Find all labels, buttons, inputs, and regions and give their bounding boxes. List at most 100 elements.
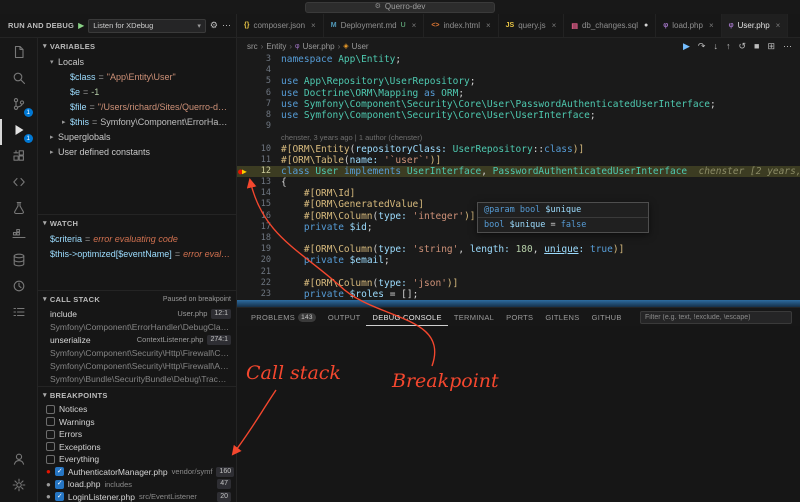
- gutter-margin[interactable]: [237, 76, 251, 87]
- activity-database[interactable]: [0, 249, 38, 275]
- variables-section-header[interactable]: ▾ VARIABLES: [38, 38, 236, 54]
- gutter-margin[interactable]: [237, 155, 251, 166]
- command-center[interactable]: ⚙ Querro-dev: [305, 1, 495, 13]
- line-number[interactable]: 20: [251, 255, 271, 266]
- tab-composer.json[interactable]: {} composer.json ×: [237, 14, 324, 37]
- code-line[interactable]: 14 #[ORM\Id]: [237, 188, 800, 199]
- settings-gear-icon[interactable]: ⚙: [210, 20, 218, 31]
- line-number[interactable]: 3: [251, 54, 271, 65]
- gutter-margin[interactable]: [237, 244, 251, 255]
- gutter-margin[interactable]: ● ▶: [237, 166, 251, 177]
- breadcrumb-item[interactable]: Entity: [266, 42, 286, 51]
- code-line[interactable]: 7 use Symfony\Component\Security\Core\Use…: [237, 99, 800, 110]
- breakpoint-toggle-Notices[interactable]: Notices: [38, 403, 236, 416]
- activity-extensions[interactable]: [0, 145, 38, 171]
- breakpoint-toggle-Errors[interactable]: Errors: [38, 428, 236, 441]
- call-stack-frame[interactable]: unserialize ContextListener.php 274:1: [38, 333, 236, 346]
- activity-accounts[interactable]: [0, 448, 38, 474]
- more-actions-icon[interactable]: ⋯: [222, 20, 231, 31]
- code-line[interactable]: ● ▶ 12 class User implements UserInterface,…: [237, 165, 800, 178]
- panel-tab-PORTS[interactable]: PORTS: [500, 308, 539, 326]
- close-icon[interactable]: ×: [709, 21, 714, 30]
- call-stack-frame[interactable]: Symfony\Component\ErrorHandler\DebugClas…: [38, 320, 236, 333]
- line-number[interactable]: 23: [251, 289, 271, 300]
- line-number[interactable]: 8: [251, 110, 271, 121]
- activity-gitlens[interactable]: [0, 275, 38, 301]
- panel-tab-OUTPUT[interactable]: OUTPUT: [322, 308, 367, 326]
- step-out-icon[interactable]: ↑: [726, 41, 731, 52]
- call-stack-frame[interactable]: include User.php 12:1: [38, 307, 236, 320]
- close-icon[interactable]: ×: [776, 21, 781, 30]
- tab-query.js[interactable]: JS query.js ×: [499, 14, 565, 37]
- activity-explorer[interactable]: [0, 41, 38, 67]
- checkbox[interactable]: [54, 467, 64, 477]
- close-icon[interactable]: ×: [486, 21, 491, 30]
- call-stack-section-header[interactable]: ▾ CALL STACK Paused on breakpoint: [38, 291, 236, 307]
- line-number[interactable]: 21: [251, 267, 271, 278]
- code-line[interactable]: 13 {: [237, 177, 800, 188]
- stop-icon[interactable]: ■: [754, 41, 759, 52]
- line-number[interactable]: 18: [251, 233, 271, 244]
- gutter-margin[interactable]: [237, 110, 251, 121]
- gutter-margin[interactable]: [237, 267, 251, 278]
- debug-config-select[interactable]: Listen for XDebug ▾: [88, 18, 206, 33]
- code-line[interactable]: 19 #[ORM\Column(type: 'string', length: …: [237, 244, 800, 255]
- variable-row[interactable]: $class = "App\Entity\User": [38, 69, 236, 84]
- gutter-margin[interactable]: [237, 54, 251, 65]
- line-number[interactable]: 16: [251, 211, 271, 222]
- activity-run-debug[interactable]: 1: [0, 119, 38, 145]
- code-line[interactable]: 3 namespace App\Entity;: [237, 54, 800, 65]
- line-number[interactable]: 17: [251, 222, 271, 233]
- activity-testing[interactable]: [0, 197, 38, 223]
- variable-row[interactable]: $e = -1: [38, 84, 236, 99]
- modified-dot-icon[interactable]: ●: [644, 22, 648, 29]
- line-number[interactable]: 9: [251, 121, 271, 132]
- tab-index.html[interactable]: <> index.html ×: [424, 14, 499, 37]
- breadcrumb-item[interactable]: src: [247, 42, 258, 51]
- line-number[interactable]: 4: [251, 65, 271, 76]
- variable-group-User defined constants[interactable]: ▸ User defined constants: [38, 144, 236, 159]
- start-debugging-icon[interactable]: ▶: [78, 21, 84, 30]
- line-number[interactable]: 22: [251, 278, 271, 289]
- code-line[interactable]: 18: [237, 233, 800, 244]
- call-stack-frame[interactable]: Symfony\Component\Security\Http\Firewall…: [38, 359, 236, 372]
- gutter-margin[interactable]: [237, 65, 251, 76]
- code-editor[interactable]: 3 namespace App\Entity; 4 5 use App\Reposito…: [237, 54, 800, 300]
- gutter-margin[interactable]: [237, 233, 251, 244]
- activity-settings[interactable]: [0, 474, 38, 500]
- code-line[interactable]: 8 use Symfony\Component\Security\Core\Use…: [237, 110, 800, 121]
- code-line[interactable]: 20 private $email;: [237, 255, 800, 266]
- activity-remote[interactable]: [0, 171, 38, 197]
- gutter-margin[interactable]: [237, 289, 251, 300]
- code-line[interactable]: 10 #[ORM\Entity(repositoryClass: UserRepo…: [237, 144, 800, 155]
- breakpoint-toggle-Warnings[interactable]: Warnings: [38, 416, 236, 429]
- code-line[interactable]: 9: [237, 121, 800, 132]
- code-line[interactable]: 23 private $roles = [];: [237, 289, 800, 300]
- tab-db_changes.sql[interactable]: ▤ db_changes.sql ●: [564, 14, 657, 37]
- breakpoint-row[interactable]: ● load.phpincludes 47: [38, 478, 236, 491]
- breakpoint-toggle-Everything[interactable]: Everything: [38, 453, 236, 466]
- line-number[interactable]: 19: [251, 244, 271, 255]
- debug-console-body[interactable]: [237, 326, 800, 502]
- variable-group-Locals[interactable]: ▾ Locals: [38, 54, 236, 69]
- console-filter-input[interactable]: [640, 310, 792, 324]
- breakpoint-row[interactable]: ● LoginListener.phpsrc/EventListener 20: [38, 491, 236, 502]
- step-over-icon[interactable]: ↷: [698, 41, 706, 52]
- breadcrumb-item[interactable]: User.php: [303, 42, 335, 51]
- line-number[interactable]: 11: [251, 155, 271, 166]
- line-number[interactable]: 14: [251, 188, 271, 199]
- gutter-margin[interactable]: [237, 222, 251, 233]
- breakpoint-toggle-Exceptions[interactable]: Exceptions: [38, 441, 236, 454]
- gutter-margin[interactable]: [237, 177, 251, 188]
- line-number[interactable]: 15: [251, 199, 271, 210]
- gutter-margin[interactable]: [237, 188, 251, 199]
- code-line[interactable]: 21: [237, 267, 800, 278]
- horizontal-scrollbar[interactable]: [237, 300, 800, 307]
- step-into-icon[interactable]: ↓: [713, 41, 718, 52]
- activity-source-control[interactable]: 1: [0, 93, 38, 119]
- checkbox[interactable]: [46, 417, 55, 427]
- panel-tab-TERMINAL[interactable]: TERMINAL: [448, 308, 500, 326]
- gutter-margin[interactable]: [237, 199, 251, 210]
- line-number[interactable]: 10: [251, 144, 271, 155]
- panel-tab-GITHUB[interactable]: GITHUB: [586, 308, 628, 326]
